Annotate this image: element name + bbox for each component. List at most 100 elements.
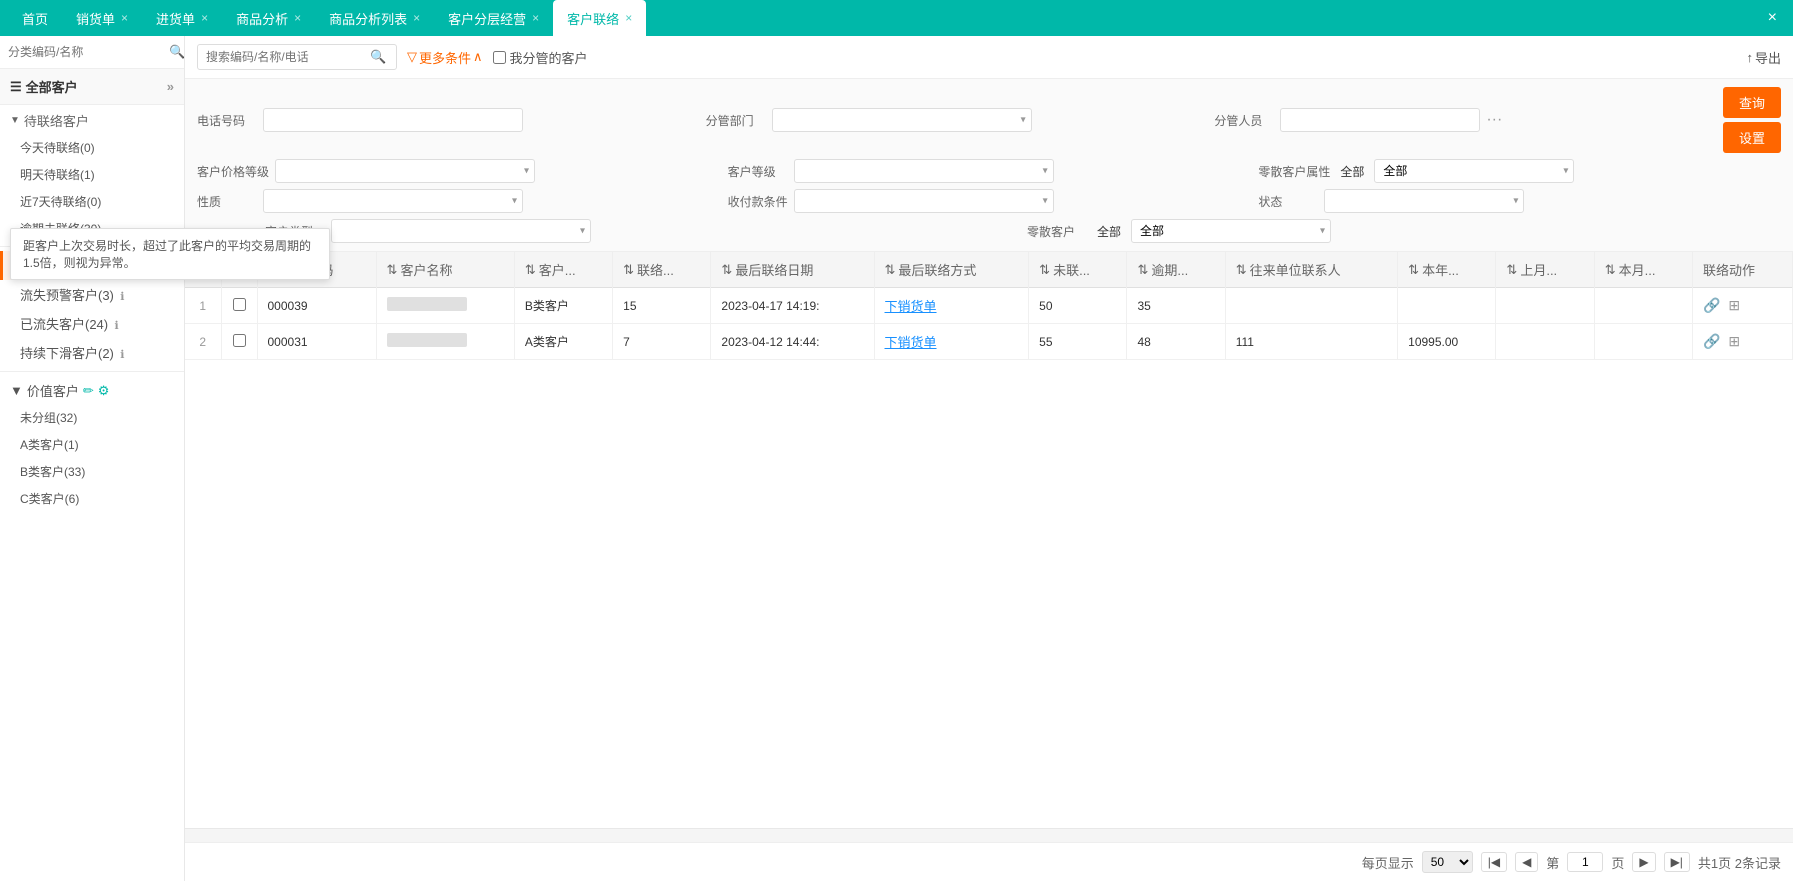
nav-customer-contact[interactable]: 客户联络 × xyxy=(553,0,646,36)
sidebar-item-churn-warning[interactable]: 流失预警客户(3) ℹ xyxy=(0,280,184,309)
nav-purchase[interactable]: 进货单 × xyxy=(142,0,222,36)
row-1-checkbox[interactable] xyxy=(233,298,246,311)
row-2-last-month xyxy=(1496,324,1594,360)
sidebar-item-tomorrow[interactable]: 明天待联络(1) xyxy=(0,161,184,188)
sidebar-value-edit-icon[interactable]: ✏ xyxy=(83,383,94,399)
row-2-last-method-link[interactable]: 下销货单 xyxy=(885,335,937,350)
sort-icon-last-date[interactable]: ⇅ xyxy=(721,262,732,278)
row-2-actions: 🔗 ⊞ xyxy=(1692,324,1792,360)
sidebar-item-today[interactable]: 今天待联络(0) xyxy=(0,134,184,161)
sidebar-group-pending[interactable]: ▼ 待联络客户 xyxy=(0,105,184,134)
sidebar-item-7days[interactable]: 近7天待联络(0) xyxy=(0,188,184,215)
table-row: 2 000031 A类客户 7 2023-04-12 14:44: 下销货单 xyxy=(185,324,1793,360)
sort-icon-last-method[interactable]: ⇅ xyxy=(885,262,896,278)
filter-status-select[interactable] xyxy=(1324,189,1524,213)
search-icon[interactable]: 🔍 xyxy=(370,49,386,65)
advanced-filters: 电话号码 分管部门 ▾ 分管人员 ··· 查询 设置 xyxy=(185,79,1793,252)
nav-purchase-close[interactable]: × xyxy=(201,11,208,25)
nav-customer-tier-close[interactable]: × xyxy=(532,11,539,25)
row-1-link-icon[interactable]: 🔗 xyxy=(1703,297,1720,314)
sidebar-item-class-b[interactable]: B类客户(33) xyxy=(0,458,184,485)
more-conditions-btn[interactable]: ▽ 更多条件 ∧ xyxy=(407,48,483,67)
page-number-input[interactable] xyxy=(1567,852,1603,872)
per-page-select[interactable]: 50 100 200 xyxy=(1422,851,1473,873)
page-label: 第 xyxy=(1546,853,1559,872)
th-overdue: ⇅ 逾期... xyxy=(1127,252,1225,288)
filter-manager: 分管人员 ··· xyxy=(1214,108,1715,132)
sidebar-item-churned[interactable]: 已流失客户(24) ℹ xyxy=(0,309,184,338)
next-page-btn[interactable]: ▶ xyxy=(1632,852,1655,872)
sidebar-value-config-icon[interactable]: ⚙ xyxy=(98,383,110,399)
filter-nature-select[interactable] xyxy=(263,189,523,213)
filter-phone: 电话号码 xyxy=(197,108,698,132)
horizontal-scrollbar[interactable] xyxy=(185,828,1793,842)
filter-customer-type-select[interactable] xyxy=(331,219,591,243)
filter-retail-customer-value: 全部 xyxy=(1097,223,1121,240)
row-2-checkbox[interactable] xyxy=(233,334,246,347)
sort-icon-overdue[interactable]: ⇅ xyxy=(1137,262,1148,278)
nav-home[interactable]: 首页 xyxy=(8,0,62,36)
nav-product-analysis[interactable]: 商品分析 × xyxy=(222,0,315,36)
sidebar-collapse-btn[interactable]: » xyxy=(167,79,174,94)
sort-icon-last-month[interactable]: ⇅ xyxy=(1506,262,1517,278)
filter-manager-dots[interactable]: ··· xyxy=(1486,111,1502,129)
th-uncontacted: ⇅ 未联... xyxy=(1029,252,1127,288)
sidebar-item-declining[interactable]: 持续下滑客户(2) ℹ xyxy=(0,338,184,367)
nav-product-list-close[interactable]: × xyxy=(413,11,420,25)
filter-retail-customer: 零散客户 全部 全部 ▾ xyxy=(1027,219,1781,243)
filter-phone-input[interactable] xyxy=(263,108,523,132)
nav-customer-tier[interactable]: 客户分层经营 × xyxy=(434,0,553,36)
filter-payment: 收付款条件 ▾ xyxy=(728,189,1251,213)
filter-retail-customer-label: 零散客户 xyxy=(1027,223,1087,240)
sidebar-search-icon[interactable]: 🔍 xyxy=(169,44,185,60)
sort-icon-unit-contact[interactable]: ⇅ xyxy=(1236,262,1247,278)
nav-sales[interactable]: 销货单 × xyxy=(62,0,142,36)
row-1-contact-count: 15 xyxy=(613,288,711,324)
export-button[interactable]: ↑ 导出 xyxy=(1746,48,1781,67)
row-2-contact-count: 7 xyxy=(613,324,711,360)
filter-retail-attr-select[interactable]: 全部 xyxy=(1374,159,1574,183)
sort-icon-uncontacted[interactable]: ⇅ xyxy=(1039,262,1050,278)
sidebar-all-customers[interactable]: ☰ 全部客户 » xyxy=(0,69,184,105)
nav-sales-close[interactable]: × xyxy=(121,11,128,25)
nav-product-analysis-close[interactable]: × xyxy=(294,11,301,25)
query-button[interactable]: 查询 xyxy=(1723,87,1781,118)
row-1-last-method-link[interactable]: 下销货单 xyxy=(885,299,937,314)
my-customer-checkbox[interactable] xyxy=(493,51,506,64)
sort-icon-this-month[interactable]: ⇅ xyxy=(1605,262,1616,278)
sort-icon-contact[interactable]: ⇅ xyxy=(623,262,634,278)
filter-manager-label: 分管人员 xyxy=(1214,112,1274,129)
sidebar-item-class-a[interactable]: A类客户(1) xyxy=(0,431,184,458)
row-2-link-icon[interactable]: 🔗 xyxy=(1703,333,1720,350)
row-1-grid-icon[interactable]: ⊞ xyxy=(1728,297,1740,314)
filter-retail-customer-select[interactable]: 全部 xyxy=(1131,219,1331,243)
filter-price-level-select[interactable] xyxy=(275,159,535,183)
window-close-button[interactable]: × xyxy=(1760,9,1785,27)
filter-customer-type: 客户类型 ▾ xyxy=(265,219,1019,243)
action-buttons: 查询 设置 xyxy=(1723,87,1781,153)
row-2-grid-icon[interactable]: ⊞ xyxy=(1728,333,1740,350)
filter-customer-level-select[interactable] xyxy=(794,159,1054,183)
th-last-month: ⇅ 上月... xyxy=(1496,252,1594,288)
row-2-this-year: 10995.00 xyxy=(1398,324,1496,360)
sidebar-item-ungroups[interactable]: 未分组(32) xyxy=(0,404,184,431)
prev-page-btn[interactable]: ◀ xyxy=(1515,852,1538,872)
sort-icon-name[interactable]: ⇅ xyxy=(387,262,398,278)
first-page-btn[interactable]: |◀ xyxy=(1481,852,1507,872)
row-2-code: 000031 xyxy=(257,324,376,360)
last-page-btn[interactable]: ▶| xyxy=(1664,852,1690,872)
filter-department-select[interactable] xyxy=(772,108,1032,132)
nav-product-list[interactable]: 商品分析列表 × xyxy=(315,0,434,36)
filter-payment-select[interactable] xyxy=(794,189,1054,213)
sidebar-search-input[interactable] xyxy=(8,45,163,59)
row-2-last-method: 下销货单 xyxy=(874,324,1029,360)
search-input[interactable] xyxy=(206,50,366,64)
my-customer-checkbox-wrap[interactable]: 我分管的客户 xyxy=(493,48,588,67)
sidebar-item-class-c[interactable]: C类客户(6) xyxy=(0,485,184,512)
settings-button[interactable]: 设置 xyxy=(1723,122,1781,153)
sort-icon-this-year[interactable]: ⇅ xyxy=(1408,262,1419,278)
filter-manager-input[interactable] xyxy=(1280,108,1480,132)
sort-icon-type[interactable]: ⇅ xyxy=(525,262,536,278)
nav-customer-contact-close[interactable]: × xyxy=(625,11,632,25)
per-page-label: 每页显示 xyxy=(1362,853,1414,872)
